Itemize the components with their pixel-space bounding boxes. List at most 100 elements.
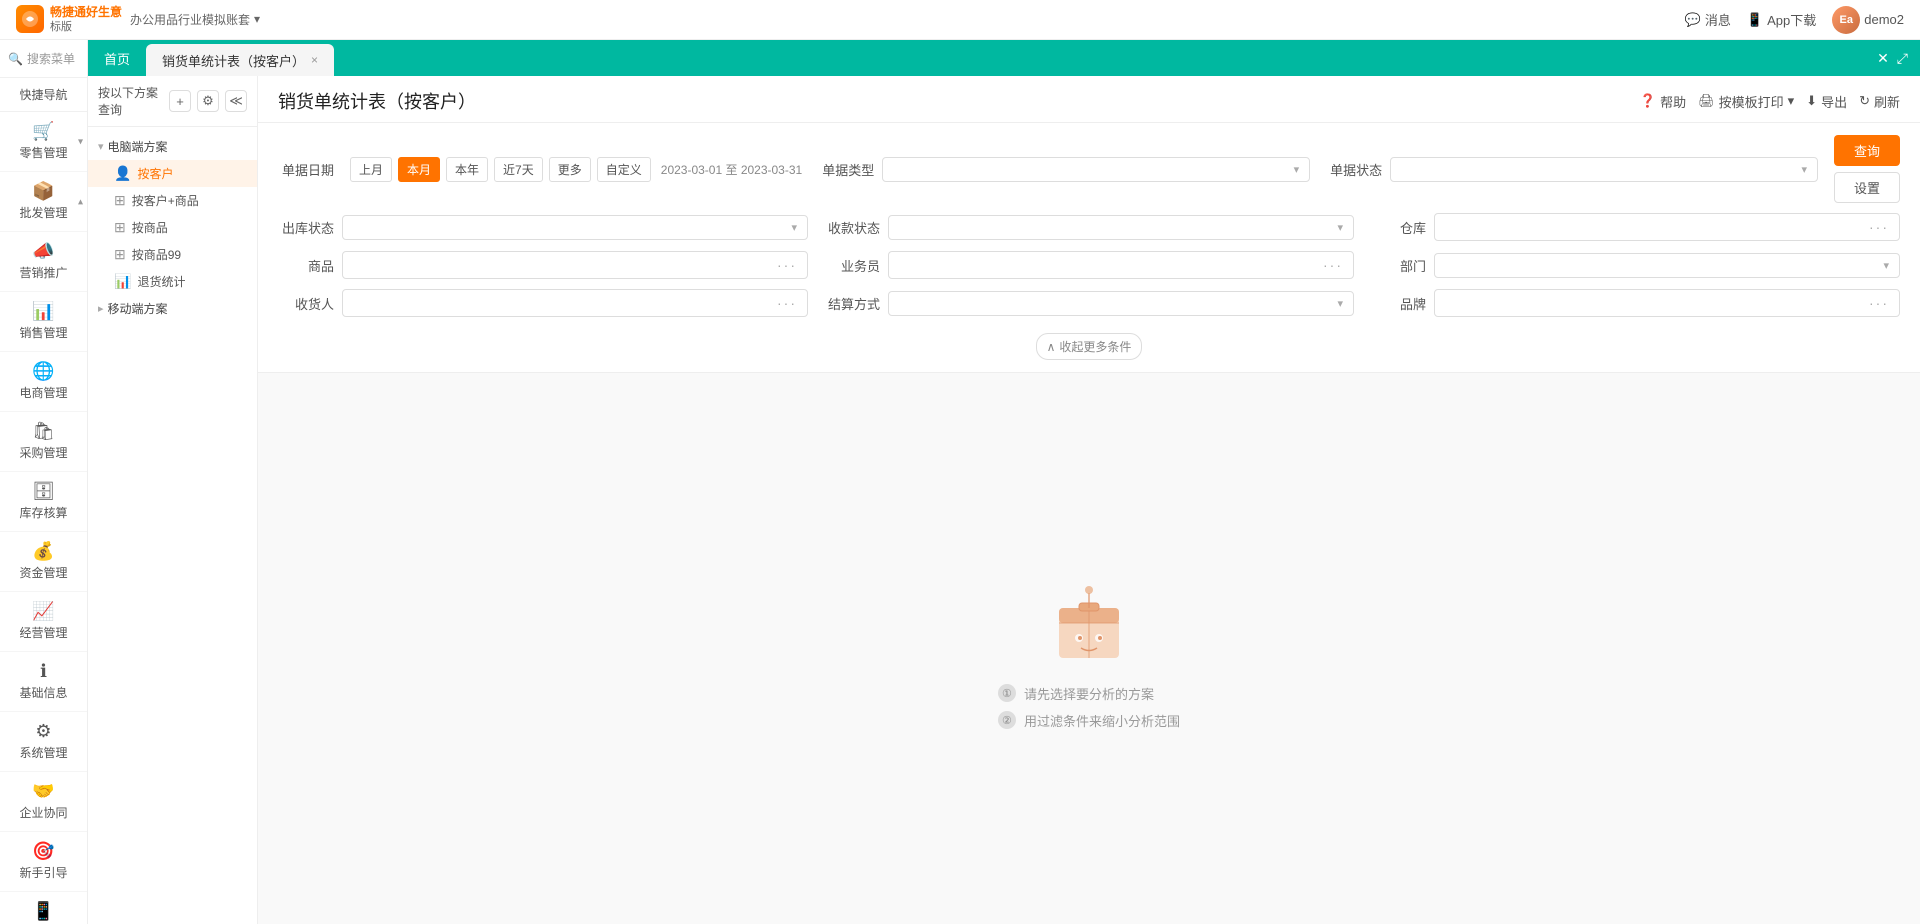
filter-row-2: 出库状态 ▾ 收款状态 ▾ (278, 213, 1900, 241)
sidebar-item-appcenter[interactable]: 📱 应用中心 (0, 892, 87, 924)
department-select[interactable]: ▾ (1434, 253, 1900, 278)
scheme-panel: 按以下方案查询 + ⚙ ≪ ▾ 电脑端方案 (88, 76, 258, 924)
sidebar-item-retail[interactable]: 🛒 零售管理 ▾ (0, 112, 87, 172)
brand-label: 品牌 (1370, 294, 1426, 313)
bill-status-col: 单据状态 ▾ (1326, 157, 1818, 182)
tree-item-by-customer-goods[interactable]: ⊞ 按客户+商品 (88, 187, 257, 214)
enterprise-icon: 🤝 (32, 782, 54, 800)
scheme-panel-header: 按以下方案查询 + ⚙ ≪ (88, 76, 257, 127)
filter-area: 单据日期 上月 本月 本年 近7天 更多 自定义 2023-03-01 至 20… (258, 123, 1920, 373)
add-scheme-btn[interactable]: + (169, 90, 191, 112)
app-download-btn[interactable]: 📱 App下载 (1747, 10, 1816, 29)
consignee-select[interactable]: ··· (342, 289, 808, 317)
filter-row-3: 商品 ··· 业务员 ··· (278, 251, 1900, 279)
tree-item-by-goods99[interactable]: ⊞ 按商品99 (88, 241, 257, 268)
sidebar-item-system[interactable]: ⚙ 系统管理 (0, 712, 87, 772)
sidebar-item-purchase[interactable]: 🛍 采购管理 (0, 412, 87, 472)
goods-select[interactable]: ··· (342, 251, 808, 279)
purchase-icon: 🛍 (32, 422, 55, 440)
salesperson-col: 业务员 ··· (824, 251, 1354, 279)
brand-select[interactable]: ··· (1434, 289, 1900, 317)
sidebar-item-basic[interactable]: ℹ 基础信息 (0, 652, 87, 712)
collapse-scheme-btn[interactable]: ≪ (225, 90, 247, 112)
delivery-status-label: 出库状态 (278, 218, 334, 237)
system-icon: ⚙ (35, 722, 51, 740)
date-current-year-btn[interactable]: 本年 (446, 157, 488, 182)
appcenter-icon: 📱 (32, 902, 54, 920)
consignee-dots-icon: ··· (777, 295, 797, 311)
grid-icon: ⊞ (114, 219, 126, 236)
sidebar-item-marketing[interactable]: 📣 营销推广 (0, 232, 87, 292)
salesperson-dots-icon: ··· (1323, 257, 1343, 273)
bill-status-select[interactable]: ▾ (1390, 157, 1818, 182)
date-last-month-btn[interactable]: 上月 (350, 157, 392, 182)
user-menu[interactable]: Ea demo2 (1832, 6, 1904, 34)
breadcrumb-dropdown[interactable]: 办公用品行业模拟账套 ▾ (130, 11, 260, 28)
sidebar-item-newbie[interactable]: 🎯 新手引导 (0, 832, 87, 892)
maximize-icon[interactable]: ⤢ (1897, 50, 1908, 67)
bill-type-select[interactable]: ▾ (882, 157, 1310, 182)
query-button[interactable]: 查询 (1834, 135, 1900, 166)
settings-button[interactable]: 设置 (1834, 172, 1900, 203)
warehouse-select[interactable]: ··· (1434, 213, 1900, 241)
tree-item-return-stats[interactable]: 📊 退货统计 (88, 268, 257, 295)
delivery-status-col: 出库状态 ▾ (278, 215, 808, 240)
marketing-icon: 📣 (32, 242, 54, 260)
delivery-status-select[interactable]: ▾ (342, 215, 808, 240)
tree-item-by-goods[interactable]: ⊞ 按商品 (88, 214, 257, 241)
sidebar-item-inventory[interactable]: 🗄 库存核算 (0, 472, 87, 532)
print-btn[interactable]: 🖨 按模板打印 ▾ (1698, 92, 1794, 111)
payment-status-select[interactable]: ▾ (888, 215, 1354, 240)
search-icon: 🔍 (8, 52, 23, 66)
brand-col: 品牌 ··· (1370, 289, 1900, 317)
date-last7days-btn[interactable]: 近7天 (494, 157, 543, 182)
page-title: 销货单统计表（按客户） (278, 88, 476, 114)
sidebar-item-ecommerce[interactable]: 🌐 电商管理 (0, 352, 87, 412)
tree-group-mobile-header[interactable]: ▸ 移动端方案 (88, 295, 257, 322)
right-content: 销货单统计表（按客户） ❓ 帮助 🖨 按模板打印 ▾ ⬇ (258, 76, 1920, 924)
sidebar-item-enterprise[interactable]: 🤝 企业协同 (0, 772, 87, 832)
dropdown-chevron-icon: ▾ (254, 12, 260, 26)
tab-bar-maximize: ✕ ⤢ (1877, 50, 1920, 67)
sidebar-item-sales[interactable]: 📊 销售管理 (0, 292, 87, 352)
scheme-tree: ▾ 电脑端方案 👤 按客户 ⊞ 按客户+商品 ⊞ (88, 127, 257, 924)
empty-state: ① 请先选择要分析的方案 ② 用过滤条件来缩小分析范围 (998, 568, 1180, 730)
department-col: 部门 ▾ (1370, 253, 1900, 278)
payment-chevron-icon: ▾ (1337, 221, 1343, 234)
help-btn[interactable]: ❓ 帮助 (1640, 92, 1686, 111)
export-icon: ⬇ (1806, 93, 1817, 109)
collapse-filter-btn[interactable]: ∧ 收起更多条件 (1036, 333, 1143, 360)
tab-home[interactable]: 首页 (88, 40, 146, 76)
close-window-icon[interactable]: ✕ (1877, 50, 1889, 67)
tree-group-desktop-header[interactable]: ▾ 电脑端方案 (88, 133, 257, 160)
logo-icon (16, 5, 44, 33)
collapse-up-icon: ∧ (1047, 340, 1056, 354)
brand-dots-icon: ··· (1869, 295, 1889, 311)
bill-status-label: 单据状态 (1326, 160, 1382, 179)
settlement-select[interactable]: ▾ (888, 291, 1354, 316)
sidebar-search[interactable]: 🔍 搜索菜单 (0, 40, 87, 78)
inventory-icon: 🗄 (32, 482, 55, 500)
sidebar-item-wholesale[interactable]: 📦 批发管理 ▴ (0, 172, 87, 232)
tab-close-icon[interactable]: × (311, 54, 318, 66)
settlement-col: 结算方式 ▾ (824, 291, 1354, 316)
refresh-btn[interactable]: ↻ 刷新 (1859, 92, 1900, 111)
tab-bar: 首页 销货单统计表（按客户） × ✕ ⤢ (88, 40, 1920, 76)
date-custom-btn[interactable]: 自定义 (597, 157, 651, 182)
export-btn[interactable]: ⬇ 导出 (1806, 92, 1847, 111)
tab-sales-stats[interactable]: 销货单统计表（按客户） × (146, 44, 334, 76)
refresh-icon: ↻ (1859, 93, 1870, 109)
tree-item-by-customer[interactable]: 👤 按客户 (88, 160, 257, 187)
sidebar-quick-nav[interactable]: 快捷导航 (0, 78, 87, 112)
message-btn[interactable]: 💬 消息 (1685, 10, 1731, 29)
settings-scheme-btn[interactable]: ⚙ (197, 90, 219, 112)
date-more-btn[interactable]: 更多 (549, 157, 591, 182)
page-actions: ❓ 帮助 🖨 按模板打印 ▾ ⬇ 导出 ↻ (1640, 92, 1900, 111)
salesperson-select[interactable]: ··· (888, 251, 1354, 279)
header-left: 畅捷通好生意 标版 办公用品行业模拟账套 ▾ (16, 5, 260, 35)
sidebar-item-finance[interactable]: 💰 资金管理 (0, 532, 87, 592)
sidebar-item-operation[interactable]: 📈 经营管理 (0, 592, 87, 652)
grid-icon: ⊞ (114, 192, 126, 209)
settlement-chevron-icon: ▾ (1337, 297, 1343, 310)
date-current-month-btn[interactable]: 本月 (398, 157, 440, 182)
